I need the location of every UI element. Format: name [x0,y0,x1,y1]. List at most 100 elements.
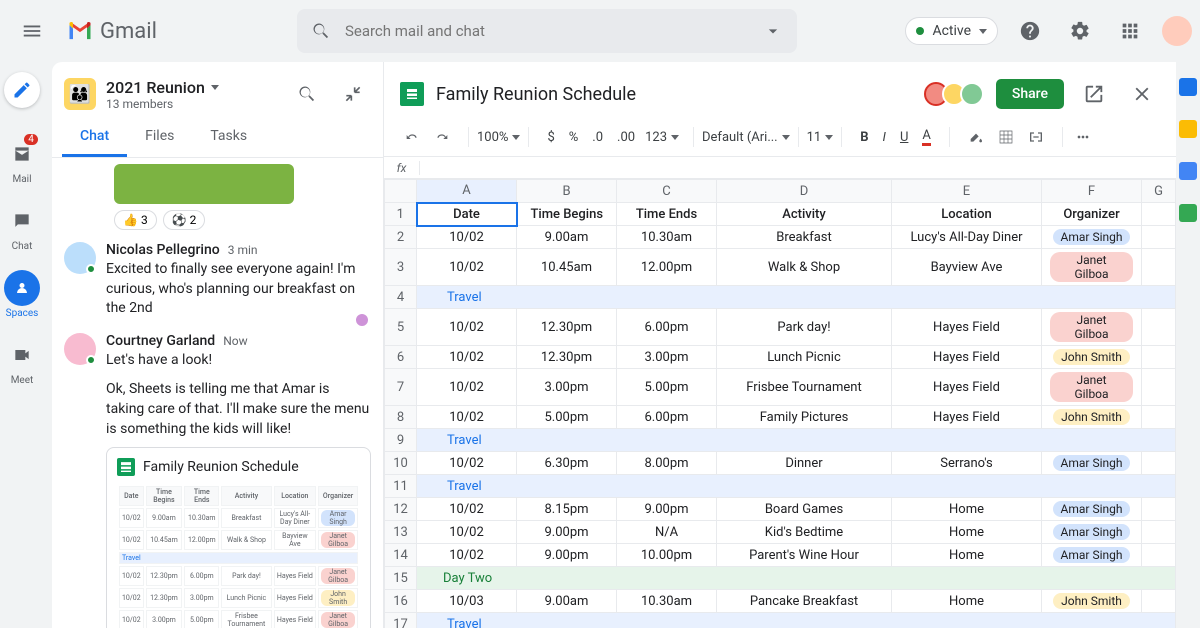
cell[interactable]: John Smith [1042,406,1142,429]
apps-button[interactable] [1112,13,1148,49]
col-G[interactable]: G [1142,180,1176,203]
row-15[interactable]: 15 [385,567,417,590]
bold-button[interactable]: B [856,126,872,149]
cell[interactable]: 9.00pm [517,521,617,544]
cell[interactable]: Park day! [717,309,892,346]
group-name[interactable]: 2021 Reunion [106,78,279,97]
search-box[interactable] [297,9,797,53]
cell[interactable]: 10/02 [417,452,517,475]
reaction-soccer[interactable]: ⚽2 [163,210,206,230]
cell[interactable] [1142,369,1176,406]
close-button[interactable] [1124,76,1160,112]
side-calendar-button[interactable] [1179,78,1197,96]
cell[interactable]: Hayes Field [892,346,1042,369]
cell[interactable]: 10/02 [417,369,517,406]
cell[interactable]: Lucy's All-Day Diner [892,226,1042,249]
cell[interactable]: Time Ends [617,203,717,226]
cell[interactable]: Home [892,544,1042,567]
col-E[interactable]: E [892,180,1042,203]
cell[interactable]: 10/02 [417,498,517,521]
cell[interactable]: Janet Gilboa [1042,249,1142,286]
cell[interactable]: 10/02 [417,226,517,249]
cell[interactable]: 10/03 [417,590,517,613]
cell[interactable] [1142,226,1176,249]
cell[interactable]: Family Pictures [717,406,892,429]
cell[interactable]: Board Games [717,498,892,521]
cell[interactable] [1142,452,1176,475]
cell[interactable]: 10/02 [417,406,517,429]
cell[interactable]: Travel [417,429,1176,452]
tab-chat[interactable]: Chat [62,118,127,157]
cell[interactable]: 8.00pm [617,452,717,475]
undo-button[interactable] [400,125,424,149]
cell[interactable]: Amar Singh [1042,226,1142,249]
help-button[interactable] [1012,13,1048,49]
cell[interactable]: Amar Singh [1042,452,1142,475]
cell[interactable]: Hayes Field [892,309,1042,346]
row-10[interactable]: 10 [385,452,417,475]
cell[interactable]: 10.00pm [617,544,717,567]
cell[interactable]: 10.30am [617,226,717,249]
row-8[interactable]: 8 [385,406,417,429]
cell[interactable]: 10.45am [517,249,617,286]
tab-tasks[interactable]: Tasks [192,118,265,157]
row-4[interactable]: 4 [385,286,417,309]
cell[interactable] [1142,521,1176,544]
cell[interactable]: Janet Gilboa [1042,309,1142,346]
main-menu-button[interactable] [8,7,56,55]
reaction-thumbs-up[interactable]: 👍3 [114,210,157,230]
cell[interactable]: 12.00pm [617,249,717,286]
currency-button[interactable]: $ [543,126,558,149]
status-chip[interactable]: Active [905,17,998,45]
cell[interactable]: 10/02 [417,521,517,544]
cell[interactable]: Home [892,498,1042,521]
zoom-dropdown[interactable]: 100% [477,130,520,145]
settings-button[interactable] [1062,13,1098,49]
row-1[interactable]: 1 [385,203,417,226]
cell[interactable]: Breakfast [717,226,892,249]
format-dropdown[interactable]: 123 [645,130,679,145]
cell[interactable] [1142,498,1176,521]
account-avatar[interactable] [1162,16,1192,46]
row-5[interactable]: 5 [385,309,417,346]
open-new-tab-button[interactable] [1076,76,1112,112]
side-tasks-button[interactable] [1179,162,1197,180]
doc-title[interactable]: Family Reunion Schedule [436,84,636,105]
cell[interactable]: 10.30am [617,590,717,613]
cell[interactable]: 10/02 [417,309,517,346]
cell[interactable]: 3.00pm [617,346,717,369]
cell[interactable]: Travel [417,613,1176,628]
image-attachment[interactable] [114,164,294,204]
cell[interactable]: Travel [417,286,1176,309]
col-D[interactable]: D [717,180,892,203]
cell[interactable] [1142,203,1176,226]
rail-chat[interactable]: Chat [4,203,40,252]
tab-files[interactable]: Files [127,118,192,157]
text-color-button[interactable]: A [918,124,934,150]
row-11[interactable]: 11 [385,475,417,498]
row-3[interactable]: 3 [385,249,417,286]
row-17[interactable]: 17 [385,613,417,628]
cell[interactable] [1142,309,1176,346]
row-6[interactable]: 6 [385,346,417,369]
col-A[interactable]: A [417,180,517,203]
select-all[interactable] [385,180,417,203]
dec-decrease-button[interactable]: .0 [588,126,607,149]
cell[interactable] [1142,406,1176,429]
cell[interactable]: 10/02 [417,249,517,286]
cell[interactable]: 9.00pm [617,498,717,521]
cell[interactable]: Janet Gilboa [1042,369,1142,406]
cell[interactable]: Serrano's [892,452,1042,475]
cell[interactable]: 5.00pm [517,406,617,429]
row-12[interactable]: 12 [385,498,417,521]
rail-mail[interactable]: 4 Mail [4,136,40,185]
dec-increase-button[interactable]: .00 [613,126,639,149]
cell[interactable]: 9.00pm [517,544,617,567]
cell[interactable]: 6.00pm [617,309,717,346]
rail-spaces[interactable]: Spaces [4,270,40,319]
cell[interactable]: 8.15pm [517,498,617,521]
cell[interactable]: 12.30pm [517,309,617,346]
row-14[interactable]: 14 [385,544,417,567]
space-search-button[interactable] [289,76,325,112]
row-2[interactable]: 2 [385,226,417,249]
